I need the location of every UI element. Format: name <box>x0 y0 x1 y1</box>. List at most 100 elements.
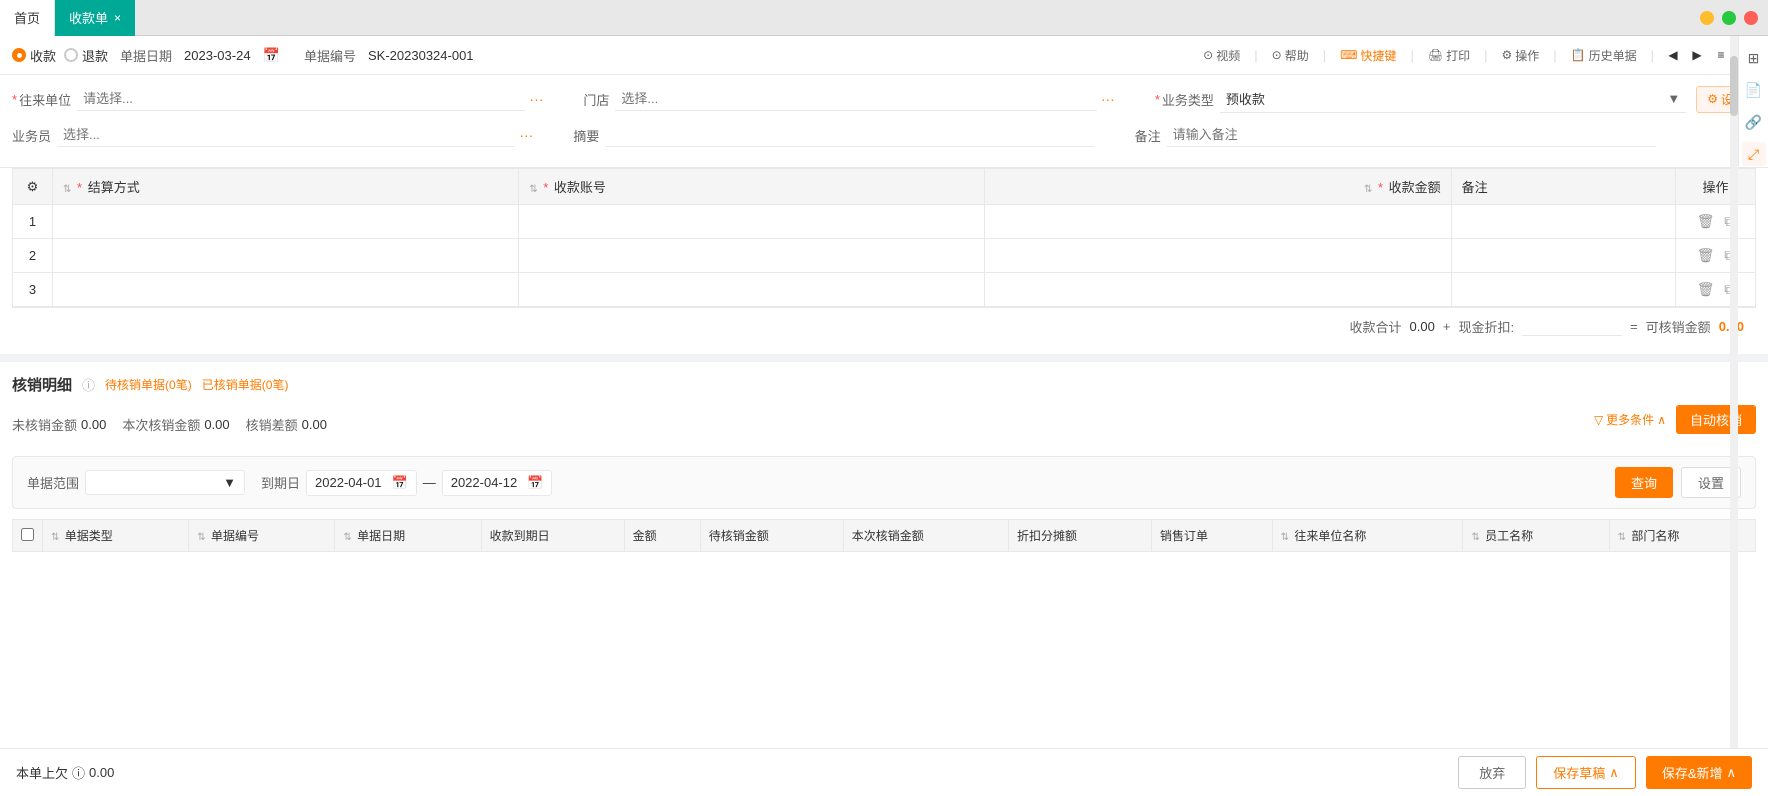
discount-input[interactable] <box>1522 316 1622 336</box>
window-minimize-btn[interactable] <box>1700 11 1714 25</box>
row-1-amount[interactable] <box>985 205 1451 239</box>
abstract-field: 摘要 <box>573 123 1094 147</box>
main-content: 收款 退款 单据日期 2023-03-24 📅 单据编号 SK-20230324… <box>0 36 1768 796</box>
tab-receipt[interactable]: 收款单 × <box>55 0 135 36</box>
date-range: 2022-04-01 📅 — 2022-04-12 📅 <box>306 470 552 496</box>
col-checkbox[interactable] <box>13 520 43 552</box>
business-type-required-star: * <box>1155 92 1160 107</box>
layout-prev-icon[interactable]: ◀ <box>1662 44 1684 66</box>
toolbar-right: ⊙ 视频 | ⊙ 帮助 | ⌨ 快捷键 | 🖨 打印 | ⚙ 操作 <box>1197 44 1756 66</box>
print-icon: 🖨 <box>1428 48 1443 62</box>
row-1-remark[interactable] <box>1451 205 1675 239</box>
shortcut-label: 快捷键 <box>1360 47 1396 64</box>
tab-home-label: 首页 <box>14 8 40 27</box>
row-2-amount[interactable] <box>985 239 1451 273</box>
row-1-actions: 🗑 ⧉ <box>1676 205 1756 239</box>
radio-refund[interactable]: 退款 <box>64 46 108 65</box>
scrollbar-track[interactable] <box>1730 36 1738 748</box>
layout-list-icon[interactable]: ≡ <box>1710 44 1732 66</box>
counterparty-input[interactable] <box>77 87 525 111</box>
sort-icon-2: ⇅ <box>529 184 537 195</box>
table-area: ⚙ ⇅ * 结算方式 ⇅ * 收款账号 ⇅ * 收款 <box>0 168 1768 354</box>
window-maximize-btn[interactable] <box>1722 11 1736 25</box>
row-1-delete-btn[interactable]: 🗑 <box>1697 213 1715 229</box>
col-gear[interactable]: ⚙ <box>13 169 53 205</box>
video-btn[interactable]: ⊙ 视频 <box>1197 45 1246 66</box>
section-title: 核销明细 <box>12 374 72 395</box>
right-panel-link-icon[interactable]: 🔗 <box>1742 110 1766 134</box>
row-2-delete-btn[interactable]: 🗑 <box>1697 247 1715 263</box>
row-3-amount[interactable] <box>985 273 1451 307</box>
radio-refund-label: 退款 <box>82 46 108 65</box>
right-panel-table-icon[interactable]: ⊞ <box>1742 46 1766 70</box>
chevron-icon: ∧ <box>1657 413 1666 427</box>
radio-group: 收款 退款 <box>12 46 108 65</box>
store-input[interactable] <box>615 87 1096 111</box>
tab-close-icon[interactable]: × <box>114 11 121 25</box>
radio-receipt[interactable]: 收款 <box>12 46 56 65</box>
col-amount: ⇅ * 收款金额 <box>985 169 1451 205</box>
business-type-select[interactable]: 预收款 ▼ <box>1220 85 1686 113</box>
salesperson-more-btn[interactable]: ··· <box>519 127 533 143</box>
date-to-value: 2022-04-12 <box>451 475 518 490</box>
salesperson-field: 业务员 ··· <box>12 123 533 147</box>
tab-home[interactable]: 首页 <box>0 0 55 36</box>
info-icon: ⓘ <box>82 375 95 394</box>
row-3-account[interactable] <box>519 273 985 307</box>
range-arrow-icon: ▼ <box>223 475 236 490</box>
row-2-settlement[interactable] <box>53 239 519 273</box>
calendar-to-icon: 📅 <box>527 475 543 491</box>
plus-sign: + <box>1443 319 1451 334</box>
col-amount: 金额 <box>624 520 700 552</box>
row-1-settlement[interactable] <box>53 205 519 239</box>
right-panel-expand-icon[interactable]: ⤢ <box>1742 142 1766 166</box>
range-label: 单据范围 <box>27 473 79 492</box>
print-btn[interactable]: 🖨 打印 <box>1422 45 1476 66</box>
right-panel-doc-icon[interactable]: 📄 <box>1742 78 1766 102</box>
help-btn[interactable]: ⊙ 帮助 <box>1266 45 1315 66</box>
right-panel: ⊞ 📄 🔗 ⤢ <box>1738 36 1768 166</box>
scrollbar-thumb[interactable] <box>1730 56 1738 116</box>
abandon-btn[interactable]: 放弃 <box>1458 756 1526 789</box>
operation-btn[interactable]: ⚙ 操作 <box>1495 45 1545 66</box>
gear-icon[interactable]: ⚙ <box>27 179 39 194</box>
radio-receipt-circle <box>12 48 26 62</box>
date-value[interactable]: 2023-03-24 <box>184 48 251 63</box>
pending-link[interactable]: 待核销单据(0笔) <box>105 376 192 393</box>
row-1-account[interactable] <box>519 205 985 239</box>
row-3-remark[interactable] <box>1451 273 1675 307</box>
col-number: ⇅ 单据编号 <box>189 520 335 552</box>
more-condition-btn[interactable]: ▽ 更多条件 ∧ <box>1594 411 1666 428</box>
shortcut-btn[interactable]: ⌨ 快捷键 <box>1334 45 1402 66</box>
radio-receipt-label: 收款 <box>30 46 56 65</box>
auto-cancel-btn[interactable]: 自动核销 <box>1676 405 1756 434</box>
remark-field: 备注 <box>1135 123 1656 147</box>
radio-refund-circle <box>64 48 78 62</box>
row-3-delete-btn[interactable]: 🗑 <box>1697 281 1715 297</box>
abstract-input[interactable] <box>605 123 1094 147</box>
calendar-icon[interactable]: 📅 <box>263 47 280 64</box>
save-new-btn[interactable]: 保存&新增 ∧ <box>1646 756 1752 789</box>
date-to-input[interactable]: 2022-04-12 📅 <box>442 470 553 496</box>
window-close-btn[interactable] <box>1744 11 1758 25</box>
row-2-account[interactable] <box>519 239 985 273</box>
done-link[interactable]: 已核销单据(0笔) <box>202 376 289 393</box>
history-btn[interactable]: 📋 历史单据 <box>1565 45 1643 66</box>
filter-icon: ▽ <box>1594 413 1603 427</box>
store-more-btn[interactable]: ··· <box>1101 91 1115 107</box>
col-action: 操作 <box>1676 169 1756 205</box>
row-3-settlement[interactable] <box>53 273 519 307</box>
remark-input[interactable] <box>1167 123 1656 147</box>
operation-label: 操作 <box>1515 47 1539 64</box>
row-2-remark[interactable] <box>1451 239 1675 273</box>
date-from-value: 2022-04-01 <box>315 475 382 490</box>
salesperson-input[interactable] <box>57 123 515 147</box>
date-from-input[interactable]: 2022-04-01 📅 <box>306 470 417 496</box>
range-select[interactable]: ▼ <box>85 470 245 495</box>
save-draft-btn[interactable]: 保存草稿 ∧ <box>1536 756 1636 789</box>
counterparty-more-btn[interactable]: ··· <box>529 91 543 107</box>
business-type-value: 预收款 <box>1226 89 1265 108</box>
select-all-checkbox[interactable] <box>21 528 34 541</box>
query-btn[interactable]: 查询 <box>1615 467 1673 498</box>
layout-next-icon[interactable]: ▶ <box>1686 44 1708 66</box>
